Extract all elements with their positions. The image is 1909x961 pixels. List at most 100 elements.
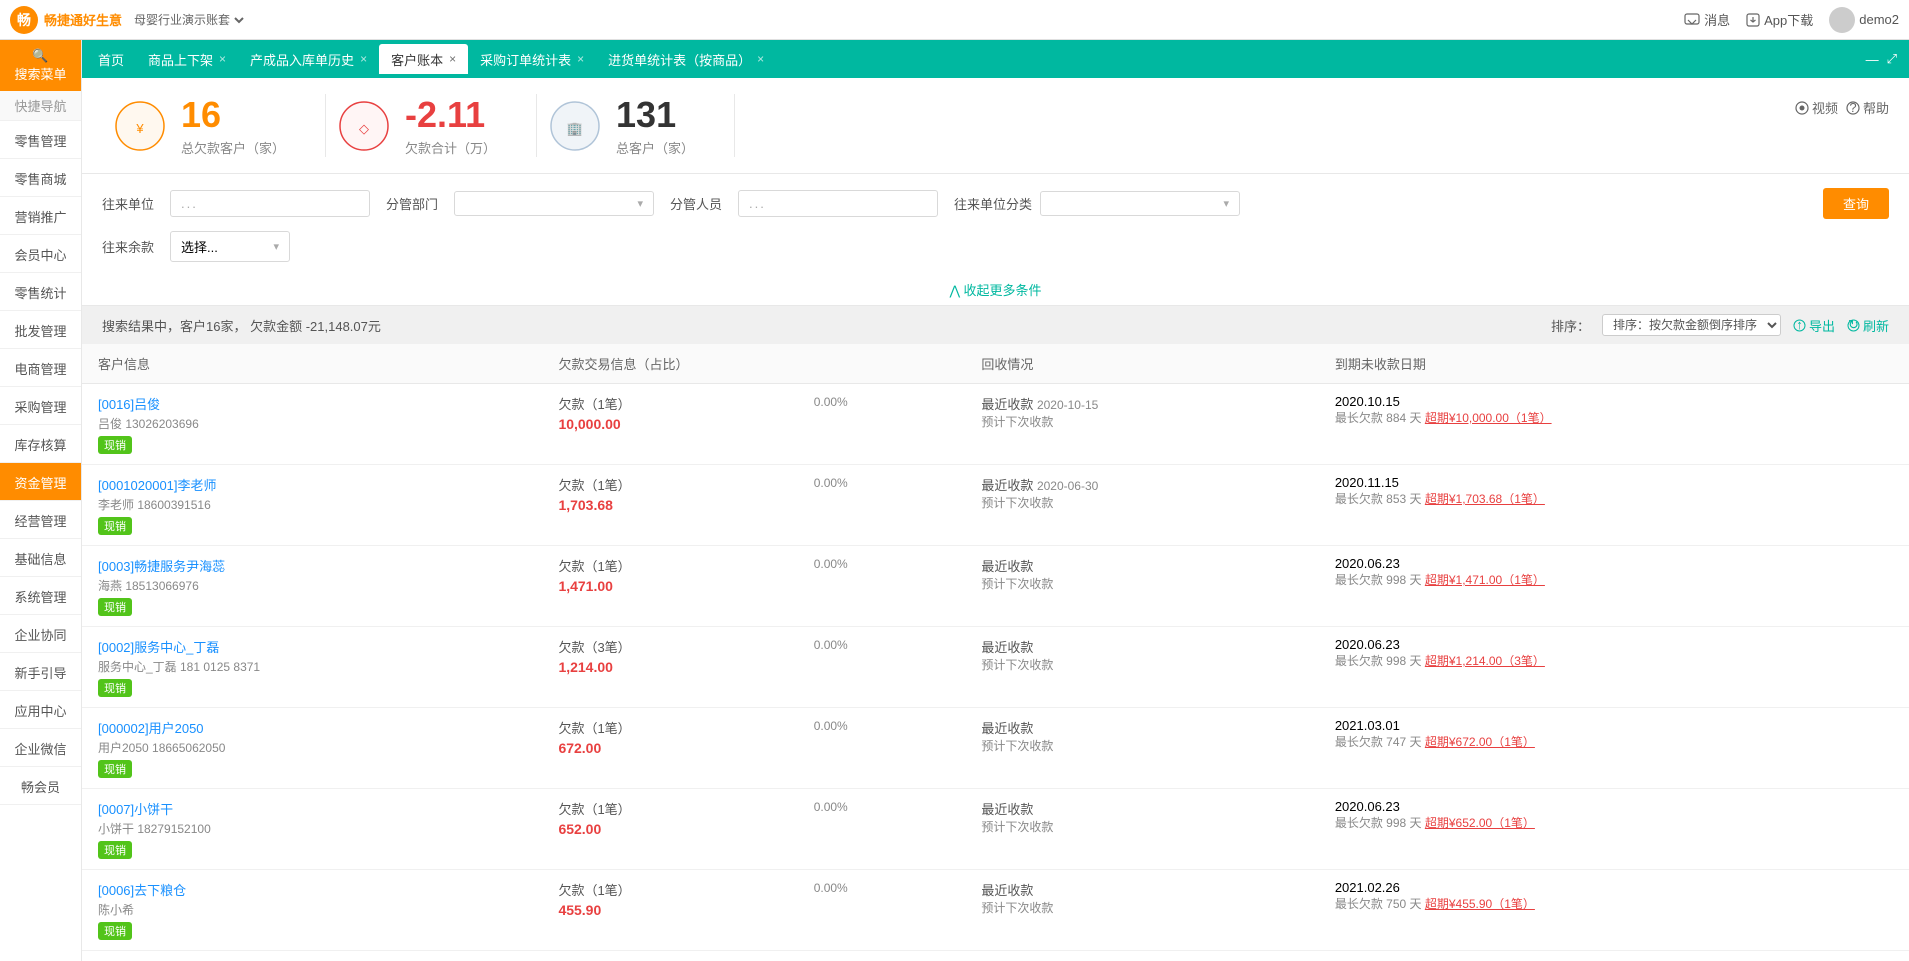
help-btn[interactable]: ? 帮助 [1846, 98, 1889, 117]
tab-production-history[interactable]: 产成品入库单历史 × [238, 44, 379, 74]
sidebar-item-ecommerce[interactable]: 电商管理 [0, 349, 81, 387]
badge-6: 现销 [98, 922, 132, 940]
cell-debt-7: 欠款（1笔） 429.00 [542, 951, 789, 961]
overdue-link-1[interactable]: 超期¥1,703.68（1笔） [1425, 492, 1545, 506]
customer-link-0[interactable]: [0016]吕俊 [98, 397, 160, 412]
cell-collection-0: 最近收款 2020-10-15 预计下次收款 [965, 384, 1319, 465]
cell-collection-5: 最近收款 预计下次收款 [965, 789, 1319, 870]
filter-item-balance: 往来余款 选择... ▾ [102, 231, 290, 262]
filter-area: 往来单位 ... 分管部门 ▾ [82, 174, 1909, 306]
svg-text:↑: ↑ [1796, 319, 1803, 332]
filter-input-unit[interactable]: ... [170, 190, 370, 217]
customer-link-6[interactable]: [0006]去下粮仓 [98, 883, 186, 898]
cell-due-6: 2021.02.26 最长欠款 750 天 超期¥455.90（1笔） [1319, 870, 1909, 951]
overdue-link-0[interactable]: 超期¥10,000.00（1笔） [1425, 411, 1552, 425]
tab-customer-ledger[interactable]: 客户账本 × [379, 44, 468, 74]
sidebar-item-enterprise[interactable]: 企业协同 [0, 615, 81, 653]
sidebar-item-basic-info[interactable]: 基础信息 [0, 539, 81, 577]
stat-actions: 视频 ? 帮助 [1795, 94, 1889, 157]
sort-select[interactable]: 排序：按欠款金额倒序排序 [1602, 314, 1781, 336]
tab-home[interactable]: 首页 [86, 44, 136, 74]
cell-customer-4: [000002]用户2050 用户2050 18665062050 现销 [82, 708, 542, 789]
sidebar-item-marketing[interactable]: 营销推广 [0, 197, 81, 235]
customer-link-5[interactable]: [0007]小饼干 [98, 802, 173, 817]
sidebar-item-system[interactable]: 系统管理 [0, 577, 81, 615]
tab-bar-right: — ⤢ [1858, 51, 1905, 67]
filter-item-unit: 往来单位 ... [102, 190, 370, 217]
tab-minimize-icon[interactable]: — [1866, 52, 1879, 67]
cell-percent-7: 0.00% [790, 951, 966, 961]
cell-customer-3: [0002]服务中心_丁磊 服务中心_丁磊 181 0125 8371 现销 [82, 627, 542, 708]
collapse-row[interactable]: ⋀ 收起更多条件 [102, 274, 1889, 305]
cell-debt-6: 欠款（1笔） 455.90 [542, 870, 789, 951]
filter-select-dept[interactable]: ▾ [454, 191, 654, 216]
customer-link-2[interactable]: [0003]畅捷服务尹海蕊 [98, 559, 225, 574]
user-menu[interactable]: demo2 [1829, 7, 1899, 33]
sidebar-item-weixin[interactable]: 企业微信 [0, 729, 81, 767]
filter-input-person[interactable]: ... [738, 190, 938, 217]
customer-link-4[interactable]: [000002]用户2050 [98, 721, 204, 736]
sidebar-search[interactable]: 🔍 搜索菜单 [0, 40, 81, 91]
tab-close-1[interactable]: × [219, 52, 226, 66]
industry-select[interactable]: 母婴行业演示账套 [130, 12, 247, 28]
table-row: [0003]畅捷服务尹海蕊 海燕 18513066976 现销 欠款（1笔） 1… [82, 546, 1909, 627]
customer-link-1[interactable]: [0001020001]李老师 [98, 478, 217, 493]
tab-purchase-product-stats[interactable]: 进货单统计表（按商品） × [596, 44, 776, 74]
badge-2: 现销 [98, 598, 132, 616]
overdue-link-2[interactable]: 超期¥1,471.00（1笔） [1425, 573, 1545, 587]
table-row: [000001]黄思源 黄思源 13552700226 现销 欠款（1笔） 42… [82, 951, 1909, 961]
cell-collection-3: 最近收款 预计下次收款 [965, 627, 1319, 708]
tab-purchase-stats[interactable]: 采购订单统计表 × [468, 44, 596, 74]
cell-due-2: 2020.06.23 最长欠款 998 天 超期¥1,471.00（1笔） [1319, 546, 1909, 627]
stat-card-customers-owed: ¥ 16 总欠款客户（家） [102, 94, 326, 157]
sidebar-item-retail-mall[interactable]: 零售商城 [0, 159, 81, 197]
filter-select-balance[interactable]: 选择... ▾ [170, 231, 290, 262]
sidebar-item-retail-stats[interactable]: 零售统计 [0, 273, 81, 311]
sidebar-item-purchase[interactable]: 采购管理 [0, 387, 81, 425]
cell-percent-6: 0.00% [790, 870, 966, 951]
overdue-link-4[interactable]: 超期¥672.00（1笔） [1425, 735, 1535, 749]
sidebar-item-changhui[interactable]: 畅会员 [0, 767, 81, 805]
sidebar-item-retail-mgmt[interactable]: 零售管理 [0, 121, 81, 159]
sidebar-item-ops[interactable]: 经营管理 [0, 501, 81, 539]
filter-row-1: 往来单位 ... 分管部门 ▾ [102, 188, 1889, 219]
sidebar-item-apps[interactable]: 应用中心 [0, 691, 81, 729]
cell-collection-1: 最近收款 2020-06-30 预计下次收款 [965, 465, 1319, 546]
stat-number-2: -2.11 [405, 94, 496, 136]
overdue-link-5[interactable]: 超期¥652.00（1笔） [1425, 816, 1535, 830]
filter-select-category[interactable]: ▾ [1040, 191, 1240, 216]
tab-close-3[interactable]: × [449, 52, 456, 66]
cell-percent-4: 0.00% [790, 708, 966, 789]
customer-link-3[interactable]: [0002]服务中心_丁磊 [98, 640, 219, 655]
sidebar-item-inventory[interactable]: 库存核算 [0, 425, 81, 463]
top-bar-left: 畅 畅捷通好生意 母婴行业演示账套 [10, 6, 247, 34]
message-btn[interactable]: 消息 [1684, 10, 1730, 29]
search-button[interactable]: 查询 [1823, 188, 1889, 219]
cell-customer-5: [0007]小饼干 小饼干 18279152100 现销 [82, 789, 542, 870]
sidebar-item-wholesale[interactable]: 批发管理 [0, 311, 81, 349]
sort-label: 排序： [1551, 316, 1590, 335]
sidebar-item-members[interactable]: 会员中心 [0, 235, 81, 273]
tab-product-listing[interactable]: 商品上下架 × [136, 44, 238, 74]
svg-text:¥: ¥ [135, 121, 144, 136]
tab-expand-icon[interactable]: ⤢ [1887, 51, 1897, 67]
chevron-down-icon-balance: ▾ [273, 240, 279, 253]
logo-text: 畅捷通好生意 [44, 10, 122, 29]
sidebar-item-finance[interactable]: 资金管理 [0, 463, 81, 501]
view-btn[interactable]: 视频 [1795, 98, 1838, 117]
tab-close-4[interactable]: × [577, 52, 584, 66]
col-debt-info: 欠款交易信息（占比） [542, 344, 965, 384]
overdue-link-3[interactable]: 超期¥1,214.00（3笔） [1425, 654, 1545, 668]
tab-close-5[interactable]: × [757, 52, 764, 66]
export-btn[interactable]: ↑ 导出 [1793, 316, 1835, 335]
app-download-btn[interactable]: App下载 [1746, 10, 1813, 29]
top-bar-right: 消息 App下载 demo2 [1684, 7, 1899, 33]
cell-debt-1: 欠款（1笔） 1,703.68 [542, 465, 789, 546]
overdue-link-6[interactable]: 超期¥455.90（1笔） [1425, 897, 1535, 911]
sidebar-item-newbie[interactable]: 新手引导 [0, 653, 81, 691]
filter-item-dept: 分管部门 ▾ [386, 191, 654, 216]
svg-text:↻: ↻ [1848, 319, 1859, 332]
stat-card-total-customers: 🏢 131 总客户（家） [537, 94, 735, 157]
refresh-btn[interactable]: ↻ 刷新 [1847, 316, 1889, 335]
tab-close-2[interactable]: × [360, 52, 367, 66]
